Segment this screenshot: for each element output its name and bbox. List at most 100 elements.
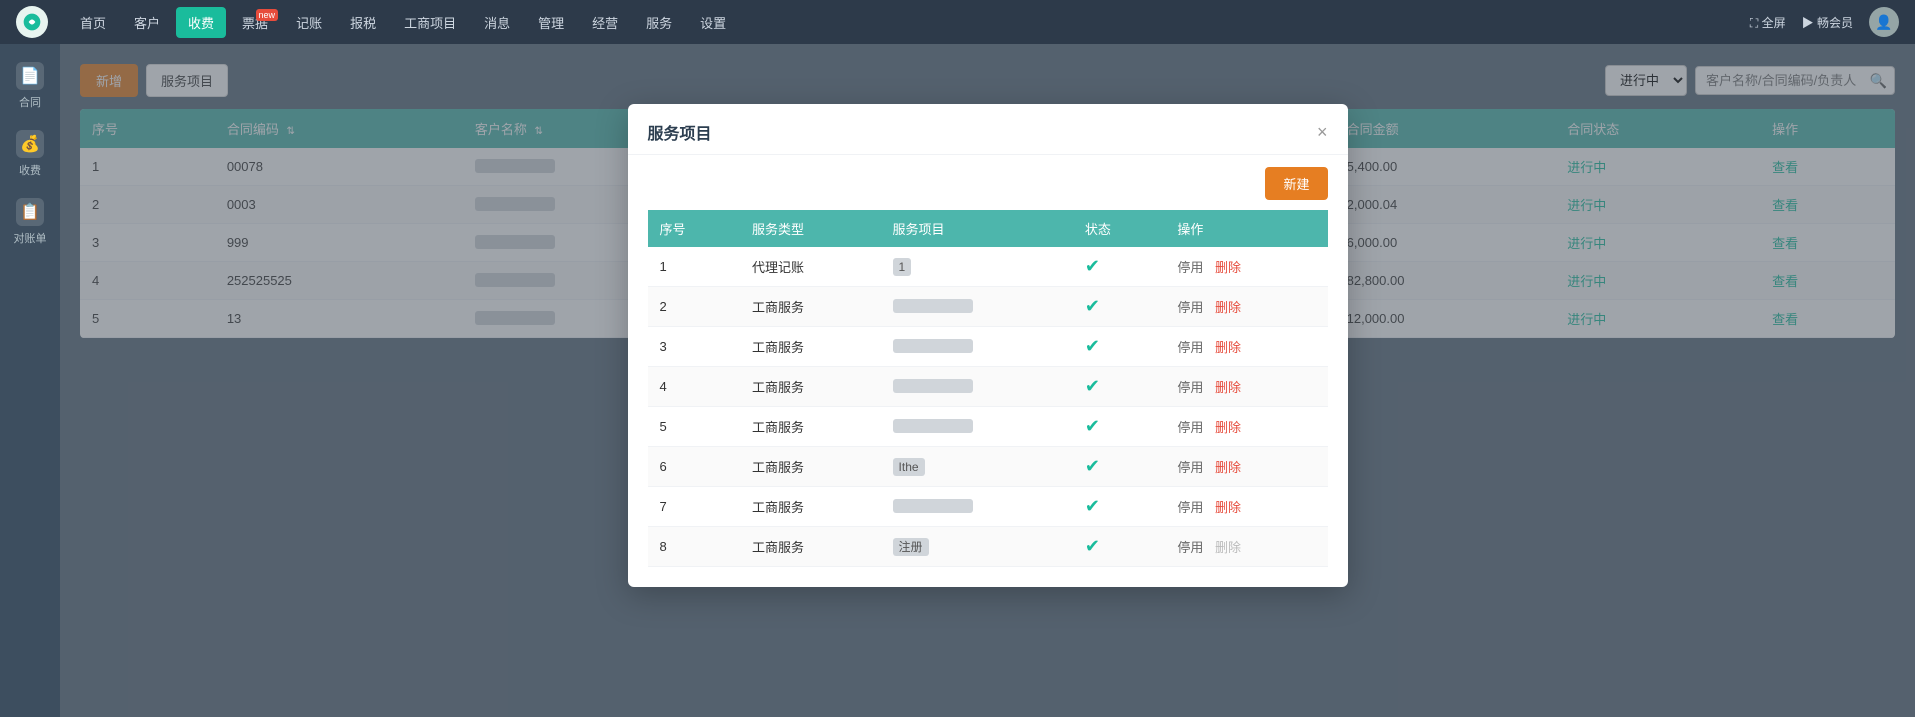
modal-cell-status: ✔ [1073, 287, 1165, 327]
modal-cell-status: ✔ [1073, 327, 1165, 367]
status-check-icon: ✔ [1085, 496, 1100, 516]
nav-home[interactable]: 首页 [68, 7, 118, 38]
modal-table-row: 7 工商服务 ✔ 停用 删除 [648, 487, 1328, 527]
content-area: 新增 服务项目 进行中 已完成 已取消 🔍 序号 合同 [60, 44, 1915, 717]
new-badge: new [256, 9, 279, 21]
contract-icon: 📄 [16, 62, 44, 90]
nav-items: 首页 客户 收费 票据 new 记账 报税 工商项目 消息 管理 经营 服务 设… [68, 7, 1750, 38]
modal-cell-item: 注册 [881, 527, 1073, 567]
modal-cell-action: 停用 删除 [1165, 407, 1327, 447]
modal-cell-status: ✔ [1073, 447, 1165, 487]
status-check-icon: ✔ [1085, 336, 1100, 356]
nav-settings[interactable]: 设置 [688, 7, 738, 38]
modal-cell-action: 停用 删除 [1165, 327, 1327, 367]
app-logo [16, 6, 48, 38]
modal-table-row: 5 工商服务 ✔ 停用 删除 [648, 407, 1328, 447]
nav-bookkeeping[interactable]: 记账 [284, 7, 334, 38]
modal-table-row: 3 工商服务 ✔ 停用 删除 [648, 327, 1328, 367]
nav-operation[interactable]: 经营 [580, 7, 630, 38]
modal-col-status: 状态 [1073, 210, 1165, 247]
sidebar: 📄 合同 💰 收费 📋 对账单 [0, 44, 60, 717]
modal-cell-no: 8 [648, 527, 740, 567]
modal-cell-type: 工商服务 [740, 287, 881, 327]
modal-cell-status: ✔ [1073, 487, 1165, 527]
fullscreen-btn[interactable]: ⛶ 全屏 [1750, 14, 1786, 31]
modal-cell-no: 5 [648, 407, 740, 447]
modal-col-item: 服务项目 [881, 210, 1073, 247]
delete-button[interactable]: 删除 [1215, 300, 1241, 315]
stop-button[interactable]: 停用 [1177, 300, 1203, 315]
billing-icon: 💰 [16, 130, 44, 158]
modal-cell-no: 7 [648, 487, 740, 527]
modal-cell-item [881, 287, 1073, 327]
avatar[interactable]: 👤 [1869, 7, 1899, 37]
nav-biz-project[interactable]: 工商项目 [392, 7, 468, 38]
status-check-icon: ✔ [1085, 376, 1100, 396]
service-items-modal: 服务项目 × 新建 序号 服务类型 服务项目 [628, 104, 1348, 587]
stop-button[interactable]: 停用 [1177, 460, 1203, 475]
modal-col-action: 操作 [1165, 210, 1327, 247]
sidebar-item-reconcile[interactable]: 📋 对账单 [3, 190, 57, 254]
modal-table-row: 6 工商服务 Ithe ✔ 停用 删除 [648, 447, 1328, 487]
status-check-icon: ✔ [1085, 416, 1100, 436]
status-check-icon: ✔ [1085, 456, 1100, 476]
modal-cell-status: ✔ [1073, 367, 1165, 407]
modal-title: 服务项目 [648, 120, 712, 144]
modal-cell-type: 工商服务 [740, 487, 881, 527]
modal-body: 新建 序号 服务类型 服务项目 状态 操作 [628, 155, 1348, 587]
modal-cell-no: 6 [648, 447, 740, 487]
modal-cell-no: 4 [648, 367, 740, 407]
modal-cell-no: 3 [648, 327, 740, 367]
main-layout: 📄 合同 💰 收费 📋 对账单 新增 服务项目 进行中 已完成 已取消 [0, 44, 1915, 717]
delete-button[interactable]: 删除 [1215, 380, 1241, 395]
sidebar-item-billing[interactable]: 💰 收费 [3, 122, 57, 186]
stop-button[interactable]: 停用 [1177, 340, 1203, 355]
modal-cell-status: ✔ [1073, 527, 1165, 567]
modal-cell-action: 停用 删除 [1165, 487, 1327, 527]
modal-header: 服务项目 × [628, 104, 1348, 155]
member-btn[interactable]: ▶ 畅会员 [1802, 14, 1853, 31]
modal-overlay[interactable]: 服务项目 × 新建 序号 服务类型 服务项目 [60, 44, 1915, 717]
nav-tax[interactable]: 报税 [338, 7, 388, 38]
modal-cell-type: 工商服务 [740, 367, 881, 407]
modal-cell-no: 1 [648, 247, 740, 287]
delete-button[interactable]: 删除 [1215, 340, 1241, 355]
status-check-icon: ✔ [1085, 296, 1100, 316]
modal-cell-item [881, 407, 1073, 447]
modal-cell-item [881, 327, 1073, 367]
modal-col-no: 序号 [648, 210, 740, 247]
sidebar-item-contract[interactable]: 📄 合同 [3, 54, 57, 118]
delete-button[interactable]: 删除 [1215, 420, 1241, 435]
nav-billing[interactable]: 收费 [176, 7, 226, 38]
modal-cell-status: ✔ [1073, 247, 1165, 287]
nav-message[interactable]: 消息 [472, 7, 522, 38]
modal-col-type: 服务类型 [740, 210, 881, 247]
delete-button[interactable]: 删除 [1215, 460, 1241, 475]
modal-cell-type: 工商服务 [740, 327, 881, 367]
delete-button[interactable]: 删除 [1215, 260, 1241, 275]
reconcile-icon: 📋 [16, 198, 44, 226]
nav-service[interactable]: 服务 [634, 7, 684, 38]
modal-table-row: 8 工商服务 注册 ✔ 停用 删除 [648, 527, 1328, 567]
modal-close-button[interactable]: × [1317, 122, 1328, 143]
modal-cell-item: 1 [881, 247, 1073, 287]
modal-cell-type: 工商服务 [740, 527, 881, 567]
sidebar-label-billing: 收费 [19, 162, 41, 178]
stop-button[interactable]: 停用 [1177, 420, 1203, 435]
nav-invoice[interactable]: 票据 new [230, 7, 280, 38]
modal-table-scroll[interactable]: 序号 服务类型 服务项目 状态 操作 1 代理记账 1 ✔ 停用 [648, 210, 1328, 567]
nav-manage[interactable]: 管理 [526, 7, 576, 38]
stop-button[interactable]: 停用 [1177, 260, 1203, 275]
modal-cell-type: 工商服务 [740, 447, 881, 487]
stop-button[interactable]: 停用 [1177, 380, 1203, 395]
delete-button[interactable]: 删除 [1215, 500, 1241, 515]
status-check-icon: ✔ [1085, 536, 1100, 556]
modal-cell-type: 工商服务 [740, 407, 881, 447]
stop-button[interactable]: 停用 [1177, 500, 1203, 515]
nav-customer[interactable]: 客户 [122, 7, 172, 38]
modal-table-row: 2 工商服务 ✔ 停用 删除 [648, 287, 1328, 327]
modal-new-button[interactable]: 新建 [1265, 167, 1327, 200]
stop-button[interactable]: 停用 [1177, 540, 1203, 555]
modal-cell-item: Ithe [881, 447, 1073, 487]
modal-cell-action: 停用 删除 [1165, 367, 1327, 407]
